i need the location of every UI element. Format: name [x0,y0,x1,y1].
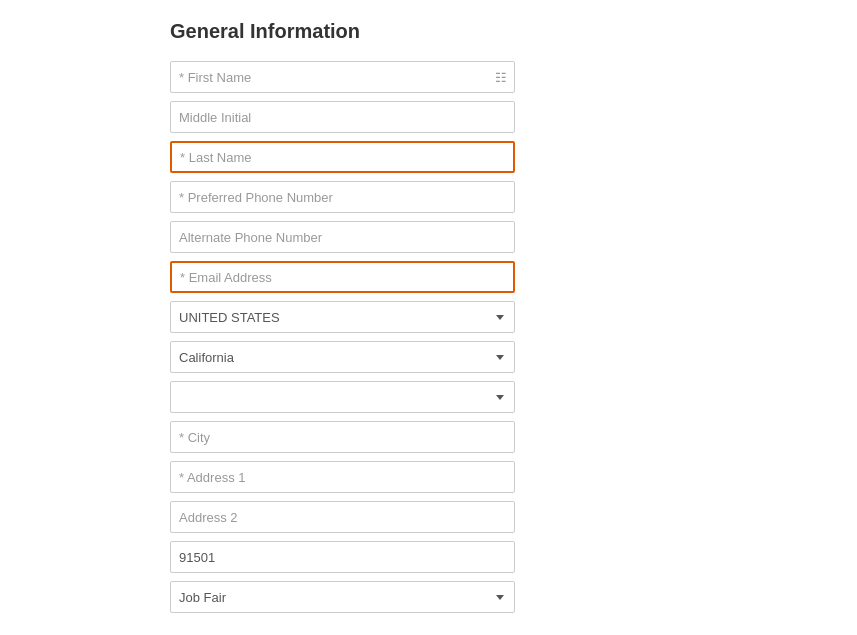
city-input[interactable] [170,421,515,453]
general-information-section: General Information ☷ [170,20,687,613]
last-name-input[interactable] [170,141,515,173]
county-group: Los Angeles County Orange County [170,381,687,413]
source-group: Job Fair LinkedIn Indeed Employee Referr… [170,581,687,613]
zip-input[interactable] [170,541,515,573]
source-select[interactable]: Job Fair LinkedIn Indeed Employee Referr… [170,581,515,613]
address1-input[interactable] [170,461,515,493]
general-info-title: General Information [170,20,687,43]
middle-initial-group [170,101,687,133]
zip-group [170,541,687,573]
state-select[interactable]: California New York Texas Florida [170,341,515,373]
first-name-input[interactable] [170,61,515,93]
email-group [170,261,687,293]
city-group [170,421,687,453]
county-select[interactable]: Los Angeles County Orange County [170,381,515,413]
preferred-phone-input[interactable] [170,181,515,213]
address2-input[interactable] [170,501,515,533]
country-group: UNITED STATES CANADA MEXICO [170,301,687,333]
alternate-phone-group [170,221,687,253]
preferred-phone-group [170,181,687,213]
email-input[interactable] [170,261,515,293]
state-group: California New York Texas Florida [170,341,687,373]
info-icon: ☷ [495,70,507,85]
middle-initial-input[interactable] [170,101,515,133]
address1-group [170,461,687,493]
alternate-phone-input[interactable] [170,221,515,253]
address2-group [170,501,687,533]
first-name-group: ☷ [170,61,687,93]
last-name-group [170,141,687,173]
country-select[interactable]: UNITED STATES CANADA MEXICO [170,301,515,333]
